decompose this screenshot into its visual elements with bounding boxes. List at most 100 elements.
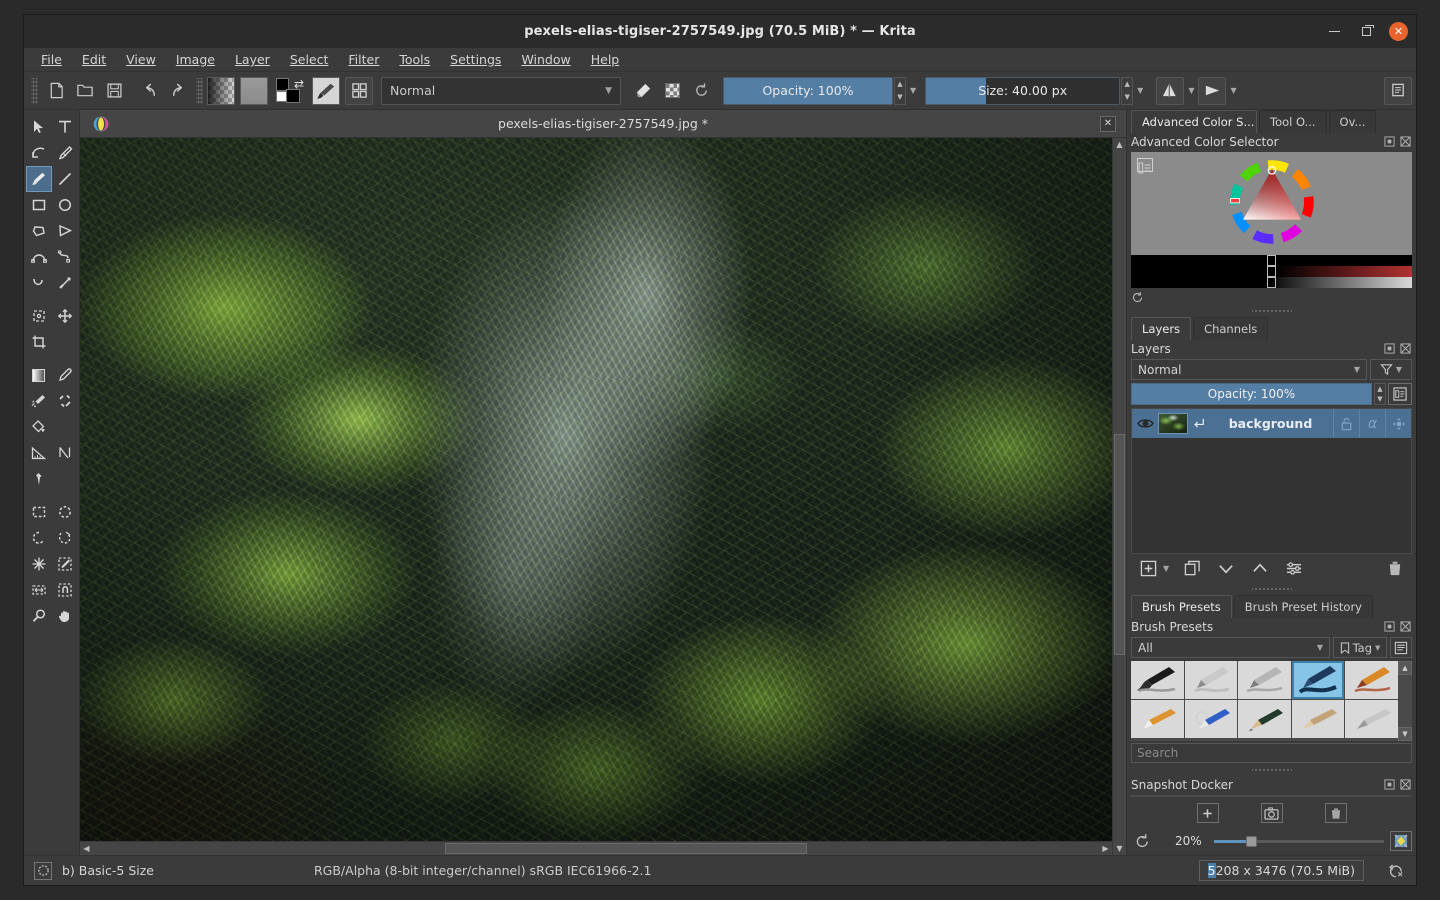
- menu-settings[interactable]: Settings: [441, 49, 510, 70]
- tool-polyline[interactable]: [52, 218, 78, 244]
- tool-pan[interactable]: [52, 603, 78, 629]
- close-brush-dock-icon[interactable]: [1399, 620, 1412, 633]
- canvas-horizontal-scrollbar[interactable]: ◀ ▶: [80, 841, 1112, 855]
- close-snapshot-dock-icon[interactable]: [1399, 778, 1412, 791]
- tool-bezier-curve[interactable]: [26, 244, 52, 270]
- tool-colorize-mask[interactable]: [26, 388, 52, 414]
- layer-lock-icon[interactable]: [1333, 409, 1359, 438]
- color-selector-settings-icon[interactable]: [1137, 158, 1153, 174]
- layer-thumbnail[interactable]: [1158, 413, 1188, 434]
- layer-alpha-lock-icon[interactable]: α: [1359, 409, 1385, 438]
- close-layers-dock-icon[interactable]: [1399, 342, 1412, 355]
- brush-preset-grid[interactable]: [1131, 661, 1398, 741]
- tab-advanced-color-selector[interactable]: Advanced Color S...: [1131, 110, 1257, 133]
- float-brush-dock-icon[interactable]: [1383, 620, 1396, 633]
- menu-filter[interactable]: Filter: [339, 49, 388, 70]
- maximize-icon[interactable]: [1357, 23, 1375, 41]
- layer-onion-skin-icon[interactable]: [1190, 416, 1208, 431]
- size-spinner[interactable]: ▲ ▼: [1121, 76, 1134, 105]
- size-options-chevron-icon[interactable]: ▼: [1134, 86, 1146, 95]
- float-dock-icon[interactable]: [1383, 135, 1396, 148]
- canvas-vertical-scrollbar[interactable]: ▲ ▼: [1112, 138, 1126, 855]
- tool-multibrush[interactable]: [52, 270, 78, 296]
- tool-ellipse-selection[interactable]: [52, 499, 78, 525]
- swap-colors-icon[interactable]: ⇄: [294, 77, 304, 91]
- tool-polygon[interactable]: [26, 218, 52, 244]
- opacity-spinner[interactable]: ▲ ▼: [894, 76, 906, 105]
- close-tab-icon[interactable]: ✕: [1100, 115, 1116, 132]
- zoom-reset-icon[interactable]: [1133, 832, 1151, 850]
- blend-mode-combo[interactable]: Normal ▼: [381, 76, 621, 105]
- tab-brush-presets[interactable]: Brush Presets: [1131, 595, 1232, 618]
- eraser-mode-icon[interactable]: [629, 77, 657, 105]
- scroll-down-icon[interactable]: ▼: [1113, 842, 1126, 855]
- table-row[interactable]: background α: [1132, 409, 1411, 438]
- tool-contiguous-selection[interactable]: [26, 551, 52, 577]
- status-document-size[interactable]: 5208 x 3476 (70.5 MiB): [1198, 860, 1364, 881]
- color-history-reset-icon[interactable]: [1131, 291, 1144, 304]
- foreground-background-colors[interactable]: ⇄: [276, 77, 306, 105]
- layer-list[interactable]: background α: [1131, 408, 1412, 554]
- tool-dynamic-brush[interactable]: [26, 270, 52, 296]
- tool-fill[interactable]: [26, 414, 52, 440]
- tool-ellipse[interactable]: [52, 192, 78, 218]
- shade-strip-1[interactable]: [1131, 255, 1412, 266]
- tool-freehand-selection[interactable]: [52, 525, 78, 551]
- layer-name[interactable]: background: [1208, 416, 1333, 431]
- tool-measure[interactable]: [26, 440, 52, 466]
- menu-file[interactable]: File: [32, 49, 71, 70]
- menu-edit[interactable]: Edit: [73, 49, 115, 70]
- scroll-left-icon[interactable]: ◀: [80, 842, 93, 855]
- brush-preset-item[interactable]: [1238, 700, 1291, 738]
- float-layers-dock-icon[interactable]: [1383, 342, 1396, 355]
- brush-tag-button[interactable]: Tag ▼: [1333, 637, 1387, 658]
- brush-preset-scrollbar[interactable]: ▲ ▼: [1398, 661, 1412, 741]
- tool-move[interactable]: [52, 303, 78, 329]
- color-wheel-area[interactable]: [1131, 152, 1412, 255]
- tool-rectangle[interactable]: [26, 192, 52, 218]
- hsv-color-wheel[interactable]: [1228, 158, 1316, 246]
- add-layer-chevron-icon[interactable]: ▼: [1163, 564, 1169, 573]
- menu-view[interactable]: View: [117, 49, 165, 70]
- tool-assistant[interactable]: [52, 440, 78, 466]
- tool-freehand-brush[interactable]: [25, 166, 52, 192]
- brush-preset-item[interactable]: [1291, 661, 1345, 699]
- layer-visibility-icon[interactable]: [1132, 417, 1158, 430]
- scroll-up-icon[interactable]: ▲: [1113, 138, 1126, 151]
- tool-edit-shapes[interactable]: [26, 140, 52, 166]
- vscroll-track[interactable]: [1113, 151, 1126, 842]
- menu-window[interactable]: Window: [512, 49, 579, 70]
- tool-similar-color-selection[interactable]: [52, 551, 78, 577]
- size-slider[interactable]: Size: 40.00 px: [925, 76, 1121, 105]
- tool-calligraphy[interactable]: [52, 140, 78, 166]
- hscroll-track[interactable]: [93, 842, 1099, 855]
- close-icon[interactable]: ✕: [1389, 22, 1408, 41]
- brush-preset-item[interactable]: [1184, 700, 1238, 738]
- brush-preset-icon[interactable]: [312, 76, 340, 105]
- zoom-slider[interactable]: [1213, 834, 1384, 848]
- tool-text[interactable]: [52, 114, 78, 140]
- tool-transform[interactable]: [26, 303, 52, 329]
- brush-preset-item[interactable]: [1184, 661, 1238, 699]
- toolbar-overflow-icon[interactable]: [1384, 76, 1412, 105]
- save-file-icon[interactable]: [100, 77, 128, 105]
- undo-icon[interactable]: [135, 77, 163, 105]
- reset-rotation-icon[interactable]: [687, 77, 715, 105]
- tab-brush-preset-history[interactable]: Brush Preset History: [1233, 595, 1373, 618]
- brush-preset-item[interactable]: [1291, 700, 1345, 738]
- duplicate-layer-button[interactable]: [1179, 556, 1205, 580]
- layer-properties-button[interactable]: [1281, 556, 1307, 580]
- selection-mask-icon[interactable]: [34, 861, 52, 880]
- tab-layers[interactable]: Layers: [1131, 317, 1192, 340]
- tab-channels[interactable]: Channels: [1193, 317, 1269, 340]
- minimize-icon[interactable]: [1325, 23, 1343, 41]
- snapshot-add-button[interactable]: [1196, 803, 1219, 823]
- opacity-slider[interactable]: Opacity: 100%: [723, 76, 893, 105]
- move-layer-down-button[interactable]: [1213, 556, 1239, 580]
- snapshot-delete-button[interactable]: [1324, 803, 1347, 823]
- tab-overview[interactable]: Ov...: [1328, 110, 1377, 133]
- zoom-slider-knob[interactable]: [1246, 836, 1258, 847]
- workspace-chooser-icon[interactable]: [345, 76, 373, 105]
- menu-select[interactable]: Select: [281, 49, 338, 70]
- mirror-horizontal-chevron-icon[interactable]: ▼: [1185, 86, 1197, 95]
